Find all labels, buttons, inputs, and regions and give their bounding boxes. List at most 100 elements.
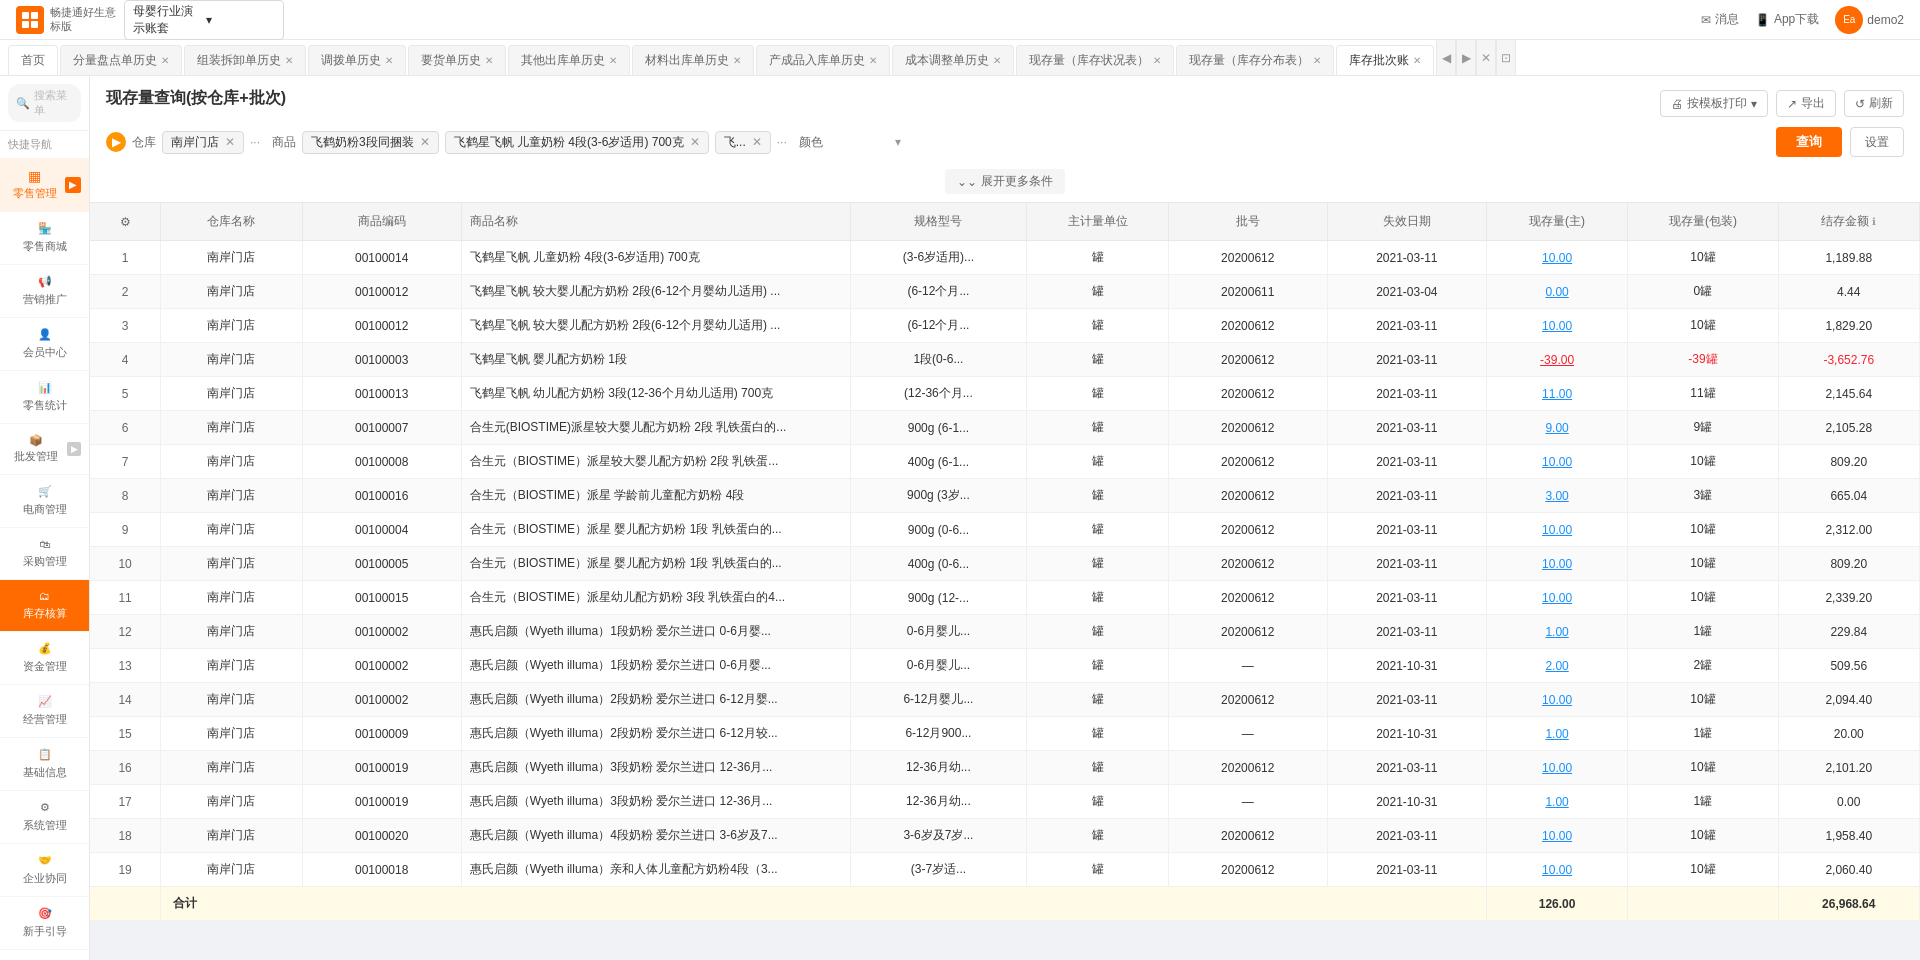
sidebar-item-collab[interactable]: 🤝 企业协同 <box>0 844 89 897</box>
search-input-box[interactable]: 🔍 搜索菜单 <box>8 84 81 122</box>
row-num: 8 <box>90 479 161 513</box>
user-avatar[interactable]: Ea demo2 <box>1835 6 1904 34</box>
sidebar-item-marketing[interactable]: 📢 营销推广 <box>0 265 89 318</box>
tab-prev-btn[interactable]: ◀ <box>1436 40 1456 75</box>
row-spec: 1段(0-6... <box>850 343 1027 377</box>
sidebar-item-wholesale[interactable]: 📦 批发管理 ▶ <box>0 424 89 475</box>
remove-product-filter-icon[interactable]: ✕ <box>420 135 430 149</box>
tab-4[interactable]: 要货单历史 ✕ <box>408 45 506 75</box>
tab-1[interactable]: 分量盘点单历史 ✕ <box>60 45 182 75</box>
tab-9[interactable]: 现存量（库存状况表） ✕ <box>1016 45 1174 75</box>
row-stock-main[interactable]: 0.00 <box>1486 275 1627 309</box>
sidebar-item-retail-mall[interactable]: 🏪 零售商城 <box>0 212 89 265</box>
tab-home[interactable]: 首页 <box>8 45 58 75</box>
tab-3[interactable]: 调拨单历史 ✕ <box>308 45 406 75</box>
row-stock-main[interactable]: 10.00 <box>1486 683 1627 717</box>
tab-2[interactable]: 组装拆卸单历史 ✕ <box>184 45 306 75</box>
tab-close-icon[interactable]: ✕ <box>1413 55 1421 66</box>
store-selector[interactable]: 母婴行业演示账套 ▾ <box>124 0 284 40</box>
remove-warehouse-filter-icon[interactable]: ✕ <box>225 135 235 149</box>
refresh-btn[interactable]: ↺ 刷新 <box>1844 90 1904 117</box>
row-name: 惠氏启颜（Wyeth illuma）1段奶粉 爱尔兰进口 0-6月婴... <box>461 615 850 649</box>
sidebar-item-basic-info[interactable]: 📋 基础信息 <box>0 738 89 791</box>
tab-close-icon[interactable]: ✕ <box>385 55 393 66</box>
product-filter-tag-2[interactable]: 飞鹤星飞帆 儿童奶粉 4段(3-6岁适用) 700克 ✕ <box>445 131 709 154</box>
product-filter-tag-1[interactable]: 飞鹤奶粉3段同捆装 ✕ <box>302 131 439 154</box>
tab-more-btn[interactable]: ⊡ <box>1496 40 1516 75</box>
sidebar-item-label: 会员中心 <box>23 345 67 360</box>
sidebar-item-system[interactable]: ⚙ 系统管理 <box>0 791 89 844</box>
row-stock-main[interactable]: 10.00 <box>1486 547 1627 581</box>
sidebar-item-retail-stats[interactable]: 📊 零售统计 <box>0 371 89 424</box>
sidebar-item-finance[interactable]: 💰 资金管理 <box>0 632 89 685</box>
tab-close-icon[interactable]: ✕ <box>733 55 741 66</box>
sidebar-item-ecommerce[interactable]: 🛒 电商管理 <box>0 475 89 528</box>
row-stock-main[interactable]: 1.00 <box>1486 785 1627 819</box>
tab-5[interactable]: 其他出库单历史 ✕ <box>508 45 630 75</box>
tab-close-icon[interactable]: ✕ <box>1313 55 1321 66</box>
tab-8[interactable]: 成本调整单历史 ✕ <box>892 45 1014 75</box>
row-stock-main[interactable]: -39.00 <box>1486 343 1627 377</box>
tab-close-icon[interactable]: ✕ <box>869 55 877 66</box>
row-stock-main[interactable]: 1.00 <box>1486 717 1627 751</box>
row-stock-main[interactable]: 10.00 <box>1486 853 1627 887</box>
tab-next-btn[interactable]: ▶ <box>1456 40 1476 75</box>
row-stock-main[interactable]: 10.00 <box>1486 751 1627 785</box>
product-filter-tag-3[interactable]: 飞... ✕ <box>715 131 771 154</box>
col-header-settings[interactable]: ⚙ <box>90 203 161 241</box>
query-btn[interactable]: 查询 <box>1776 127 1842 157</box>
expand-more-btn[interactable]: ⌄⌄ 展开更多条件 <box>945 169 1065 194</box>
tab-close-icon[interactable]: ✕ <box>993 55 1001 66</box>
sidebar-item-business[interactable]: 📈 经营管理 <box>0 685 89 738</box>
table-row: 10南岸门店00100005合生元（BIOSTIME）派星 婴儿配方奶粉 1段 … <box>90 547 1920 581</box>
tab-close-all-btn[interactable]: ✕ <box>1476 40 1496 75</box>
sidebar-item-apps[interactable]: 📱 应用中心 <box>0 950 89 960</box>
tab-close-icon[interactable]: ✕ <box>609 55 617 66</box>
row-stock-main[interactable]: 1.00 <box>1486 615 1627 649</box>
export-btn[interactable]: ↗ 导出 <box>1776 90 1836 117</box>
row-stock-main[interactable]: 11.00 <box>1486 377 1627 411</box>
tab-close-icon[interactable]: ✕ <box>161 55 169 66</box>
sidebar-item-purchase[interactable]: 🛍 采购管理 <box>0 528 89 580</box>
row-stock-main[interactable]: 10.00 <box>1486 309 1627 343</box>
settings-icon[interactable]: ⚙ <box>120 215 131 229</box>
tab-close-icon[interactable]: ✕ <box>485 55 493 66</box>
tab-11[interactable]: 库存批次账 ✕ <box>1336 45 1434 76</box>
sidebar-item-inventory[interactable]: 🗂 库存核算 <box>0 580 89 632</box>
tab-close-icon[interactable]: ✕ <box>1153 55 1161 66</box>
remove-product-filter-icon[interactable]: ✕ <box>752 135 762 149</box>
expand-arrow-icon[interactable]: ▶ <box>67 442 81 456</box>
app-download-btn[interactable]: 📱 App下载 <box>1755 11 1819 28</box>
expand-arrow-icon[interactable]: ▶ <box>65 177 81 193</box>
row-stock-pkg: 1罐 <box>1628 785 1778 819</box>
row-stock-pkg: 11罐 <box>1628 377 1778 411</box>
expand-filter-btn[interactable]: ▶ <box>106 132 126 152</box>
settings-btn[interactable]: 设置 <box>1850 127 1904 157</box>
warehouse-filter-tag[interactable]: 南岸门店 ✕ <box>162 131 244 154</box>
row-stock-main[interactable]: 9.00 <box>1486 411 1627 445</box>
row-stock-main[interactable]: 10.00 <box>1486 819 1627 853</box>
print-template-btn[interactable]: 🖨 按模板打印 ▾ <box>1660 90 1768 117</box>
row-stock-main[interactable]: 10.00 <box>1486 513 1627 547</box>
tab-7[interactable]: 产成品入库单历史 ✕ <box>756 45 890 75</box>
row-batch: 20200612 <box>1168 547 1327 581</box>
sidebar-item-member[interactable]: 👤 会员中心 <box>0 318 89 371</box>
tab-6[interactable]: 材料出库单历史 ✕ <box>632 45 754 75</box>
sidebar-search-area[interactable]: 🔍 搜索菜单 <box>0 76 89 131</box>
row-warehouse: 南岸门店 <box>161 615 302 649</box>
message-btn[interactable]: ✉ 消息 <box>1701 11 1739 28</box>
tab-10[interactable]: 现存量（库存分布表） ✕ <box>1176 45 1334 75</box>
row-stock-main[interactable]: 3.00 <box>1486 479 1627 513</box>
row-stock-main[interactable]: 2.00 <box>1486 649 1627 683</box>
row-code: 00100007 <box>302 411 461 445</box>
row-stock-main[interactable]: 10.00 <box>1486 581 1627 615</box>
row-stock-main[interactable]: 10.00 <box>1486 241 1627 275</box>
row-stock-pkg: 10罐 <box>1628 581 1778 615</box>
tab-close-icon[interactable]: ✕ <box>285 55 293 66</box>
remove-product-filter-icon[interactable]: ✕ <box>690 135 700 149</box>
row-stock-main[interactable]: 10.00 <box>1486 445 1627 479</box>
sidebar-item-guide[interactable]: 🎯 新手引导 <box>0 897 89 950</box>
table-container[interactable]: ⚙ 仓库名称 商品编码 商品名称 规格型号 主计量单位 批号 失效日期 现存量(… <box>90 203 1920 960</box>
sidebar-item-retail-mgmt[interactable]: ▦ 零售管理 ▶ <box>0 158 89 212</box>
row-num: 13 <box>90 649 161 683</box>
